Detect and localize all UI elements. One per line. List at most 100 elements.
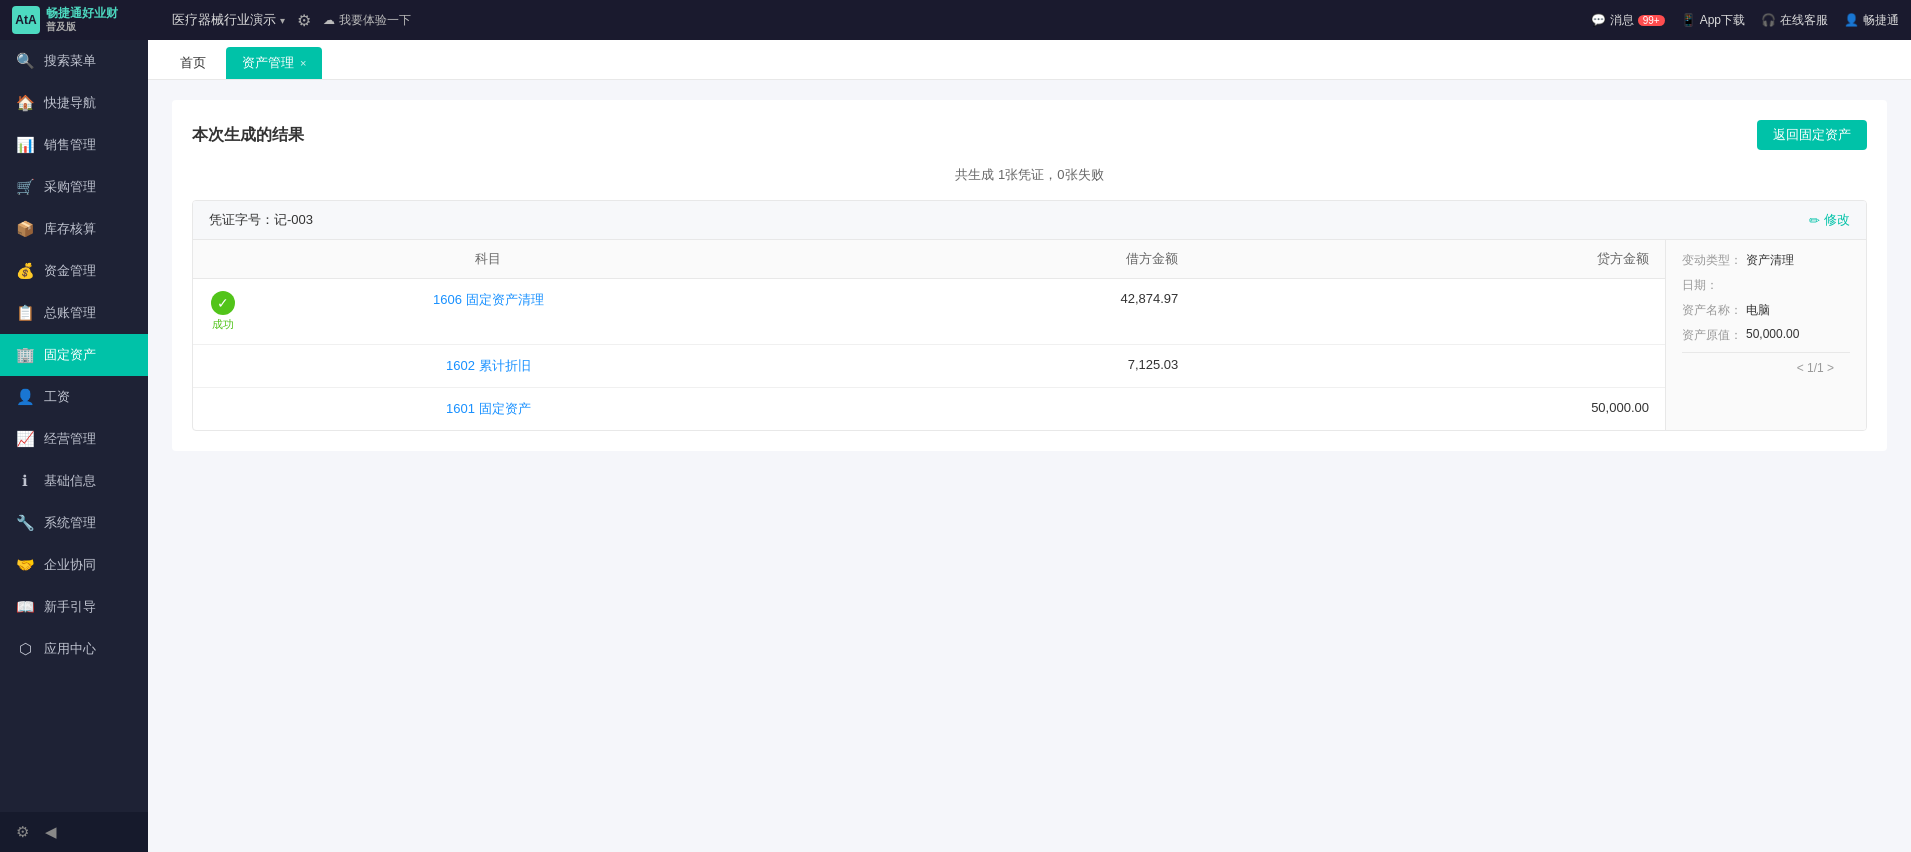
asset-name-value: 电脑 [1746,302,1770,319]
voucher-body: 科目 借方金额 贷方金额 [193,240,1866,430]
app-name: 畅捷通好业财 [46,6,118,20]
sidebar-item-label: 系统管理 [44,514,96,532]
user-button[interactable]: 👤 畅捷通 [1844,12,1899,29]
ledger-icon: 📋 [16,304,34,322]
header-credit: 贷方金额 [1194,240,1665,278]
sidebar-item-label: 搜索菜单 [44,52,96,70]
original-value-value: 50,000.00 [1746,327,1799,344]
tab-active-label: 资产管理 [242,54,294,72]
voucher-pagination[interactable]: < 1/1 > [1682,352,1850,383]
result-header: 本次生成的结果 返回固定资产 [192,120,1867,150]
topbar-right: 💬 消息 99+ 📱 App下载 🎧 在线客服 👤 畅捷通 [1591,12,1899,29]
edit-label: 修改 [1824,211,1850,229]
settings-footer-icon[interactable]: ⚙ [16,823,29,841]
sidebar-item-search[interactable]: 🔍 搜索菜单 [0,40,148,82]
sidebar-item-app-center[interactable]: ⬡ 应用中心 [0,628,148,670]
message-icon: 💬 [1591,13,1606,27]
edit-icon: ✏ [1809,213,1820,228]
header-status [193,240,253,278]
main-layout: 🔍 搜索菜单 🏠 快捷导航 📊 销售管理 🛒 采购管理 📦 库存核算 💰 [0,40,1911,852]
phone-icon: 📱 [1681,13,1696,27]
info-icon: ℹ [16,472,34,490]
handshake-icon: 🤝 [16,556,34,574]
sidebar-item-label: 工资 [44,388,70,406]
message-badge: 99+ [1638,15,1665,26]
credit-cell-2 [1194,345,1665,387]
sidebar-item-label: 资金管理 [44,262,96,280]
sidebar-item-purchase[interactable]: 🛒 采购管理 [0,166,148,208]
building-icon: 🏢 [16,346,34,364]
account-cell-3: 1601 固定资产 [253,388,724,430]
avatar-icon: 👤 [1844,13,1859,27]
sidebar-footer: ⚙ ◀ [0,812,148,852]
table-row: ✓ 成功 1606 固定资产清理 42,874.97 [193,279,1665,345]
sidebar-item-label: 企业协同 [44,556,96,574]
sidebar-item-label: 应用中心 [44,640,96,658]
sidebar-item-inventory[interactable]: 📦 库存核算 [0,208,148,250]
sidebar-item-funds[interactable]: 💰 资金管理 [0,250,148,292]
cart-icon: 🛒 [16,178,34,196]
headset-icon: 🎧 [1761,13,1776,27]
voucher-number: 凭证字号：记-003 [209,211,313,229]
tab-close-icon[interactable]: × [300,57,306,69]
collapse-icon[interactable]: ◀ [45,823,57,841]
book-icon: 📖 [16,598,34,616]
page-title: 本次生成的结果 [192,125,304,146]
sidebar-item-basic-info[interactable]: ℹ 基础信息 [0,460,148,502]
app-icon: ⬡ [16,640,34,658]
app-download-label: App下载 [1700,12,1745,29]
header-debit: 借方金额 [724,240,1195,278]
account-cell-1: 1606 固定资产清理 [253,279,724,344]
settings-icon[interactable]: ⚙ [293,7,315,34]
tab-bar: 首页 资产管理 × [148,40,1911,80]
date-row: 日期： [1682,277,1850,294]
debit-cell-2: 7,125.03 [724,345,1195,387]
topbar-center: 医疗器械行业演示 ▾ ⚙ ☁ 我要体验一下 [160,7,1591,34]
sidebar-item-label: 固定资产 [44,346,96,364]
sidebar-item-label: 基础信息 [44,472,96,490]
sidebar-item-label: 新手引导 [44,598,96,616]
chevron-down-icon: ▾ [280,15,285,26]
sidebar-item-sales[interactable]: 📊 销售管理 [0,124,148,166]
sidebar-item-label: 采购管理 [44,178,96,196]
change-type-row: 变动类型： 资产清理 [1682,252,1850,269]
table-header-row: 科目 借方金额 贷方金额 [193,240,1665,279]
online-service-button[interactable]: 🎧 在线客服 [1761,12,1828,29]
success-icon: ✓ [211,291,235,315]
sidebar-item-system[interactable]: 🔧 系统管理 [0,502,148,544]
sidebar-item-ledger[interactable]: 📋 总账管理 [0,292,148,334]
sidebar-item-quick-nav[interactable]: 🏠 快捷导航 [0,82,148,124]
home-icon: 🏠 [16,94,34,112]
success-label: 成功 [212,317,234,332]
change-type-value: 资产清理 [1746,252,1794,269]
sidebar-item-operations[interactable]: 📈 经营管理 [0,418,148,460]
user-name: 畅捷通 [1863,12,1899,29]
company-selector[interactable]: 医疗器械行业演示 ▾ [172,11,285,29]
tab-home[interactable]: 首页 [164,47,222,79]
result-summary: 共生成 1张凭证，0张失败 [192,166,1867,184]
table-row: 1601 固定资产 50,000.00 [193,388,1665,430]
sidebar-item-payroll[interactable]: 👤 工资 [0,376,148,418]
search-icon: 🔍 [16,52,34,70]
tab-asset-management[interactable]: 资产管理 × [226,47,322,79]
operations-icon: 📈 [16,430,34,448]
debit-cell-1: 42,874.97 [724,279,1195,344]
chart-icon: 📊 [16,136,34,154]
return-button[interactable]: 返回固定资产 [1757,120,1867,150]
tab-home-label: 首页 [180,54,206,72]
trial-label: 我要体验一下 [339,12,411,29]
logo-icon: AtA [12,6,40,34]
money-icon: 💰 [16,262,34,280]
trial-button[interactable]: ☁ 我要体验一下 [323,12,411,29]
message-button[interactable]: 💬 消息 99+ [1591,12,1665,29]
cloud-icon: ☁ [323,13,335,27]
debit-cell-3 [724,388,1195,430]
sidebar-item-guide[interactable]: 📖 新手引导 [0,586,148,628]
sidebar-item-enterprise[interactable]: 🤝 企业协同 [0,544,148,586]
status-cell-empty [193,345,253,387]
edit-button[interactable]: ✏ 修改 [1809,211,1850,229]
table-row: 1602 累计折旧 7,125.03 [193,345,1665,388]
app-download-button[interactable]: 📱 App下载 [1681,12,1745,29]
topbar: AtA 畅捷通好业财 普及版 医疗器械行业演示 ▾ ⚙ ☁ 我要体验一下 💬 消… [0,0,1911,40]
sidebar-item-fixed-assets[interactable]: 🏢 固定资产 [0,334,148,376]
